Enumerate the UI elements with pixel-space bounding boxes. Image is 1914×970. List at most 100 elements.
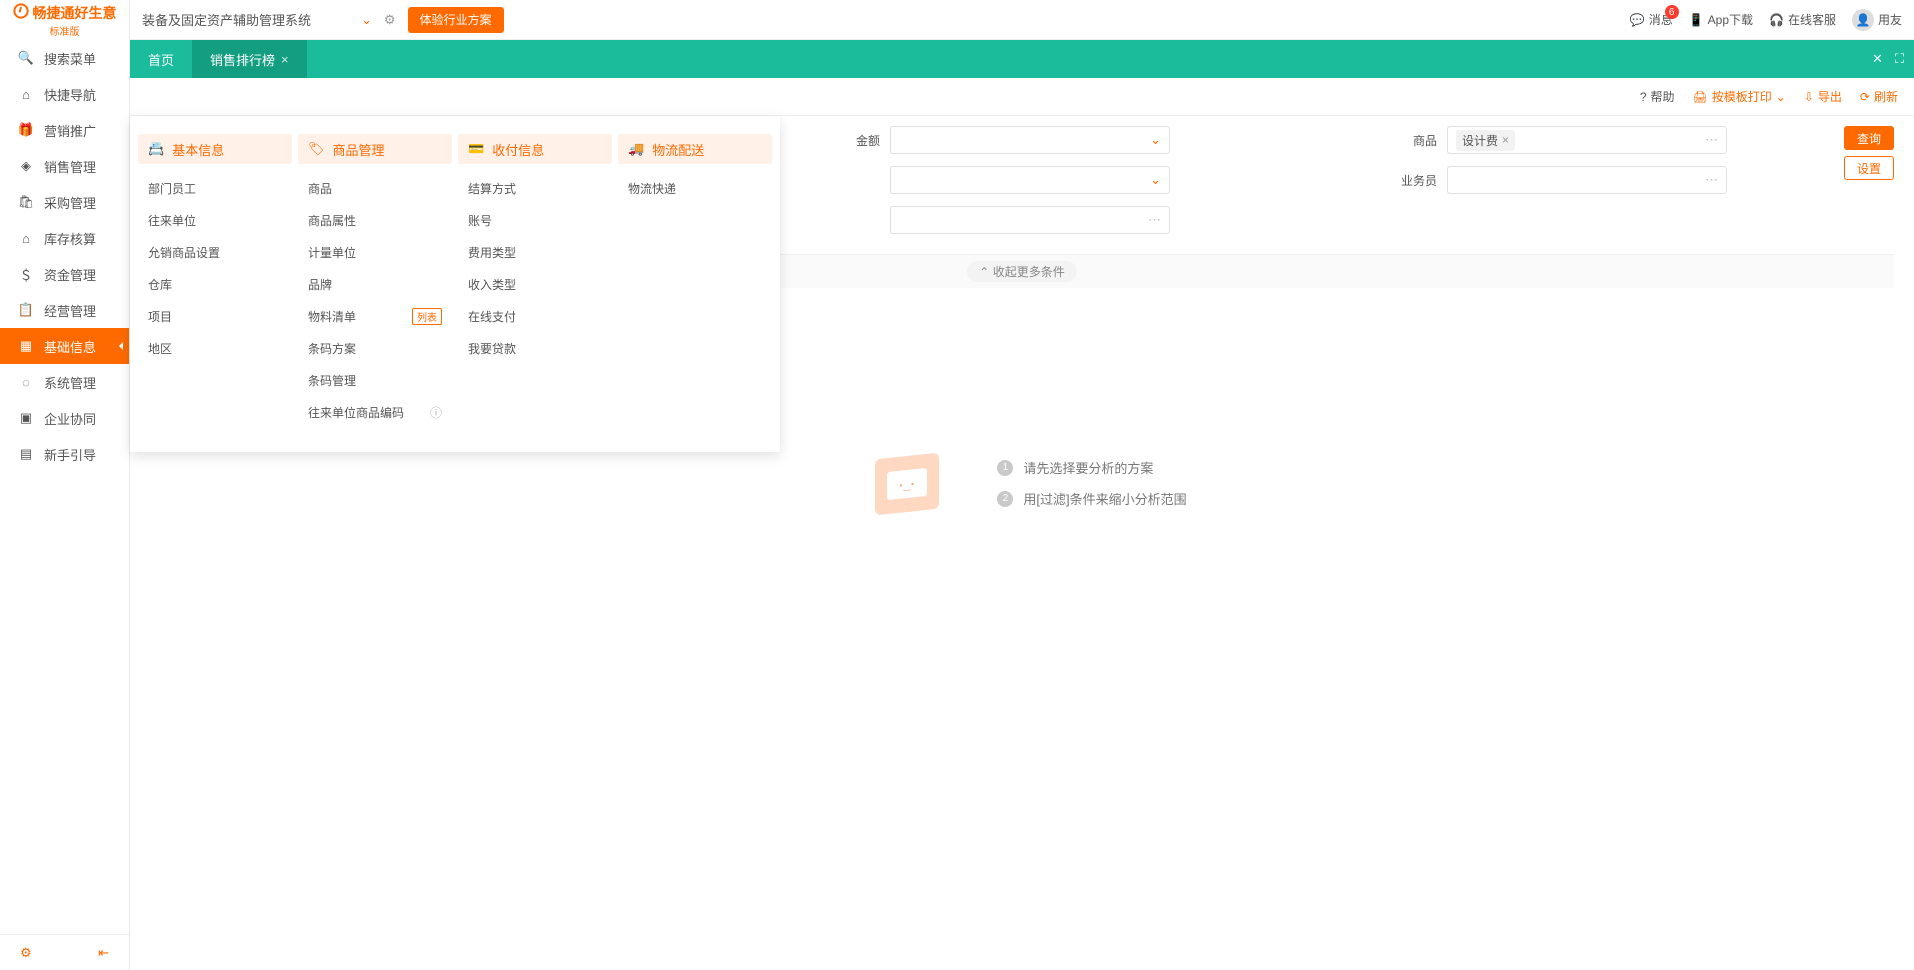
extra-input-2[interactable]: ⋯ xyxy=(890,206,1170,234)
money-icon: ＄ xyxy=(18,266,34,282)
sidebar-item-label: 企业协同 xyxy=(44,409,96,428)
online-service-link[interactable]: 🎧 在线客服 xyxy=(1769,11,1836,28)
mega-item[interactable]: 往来单位 xyxy=(138,204,292,236)
system-select[interactable]: 装备及固定资产辅助管理系统 ⌄ xyxy=(142,10,372,29)
mega-item[interactable]: 商品 xyxy=(298,172,452,204)
more-icon[interactable]: ⋯ xyxy=(1148,212,1161,228)
empty-step-2: 2用[过滤]条件来缩小分析范围 xyxy=(997,489,1186,508)
query-button[interactable]: 查询 xyxy=(1844,126,1894,150)
refresh-button[interactable]: ⟳ 刷新 xyxy=(1860,88,1898,105)
mega-item[interactable]: 费用类型 xyxy=(458,236,612,268)
chevron-down-icon: ⌄ xyxy=(1150,172,1161,188)
help-icon[interactable]: ⓘ xyxy=(430,404,442,421)
mega-item[interactable]: 账号 xyxy=(458,204,612,236)
mega-col-product: 🏷商品管理 xyxy=(298,134,452,164)
mega-item-label: 物流快递 xyxy=(628,180,676,197)
more-icon[interactable]: ⋯ xyxy=(1705,132,1718,148)
mega-item-label: 我要贷款 xyxy=(468,340,516,357)
sidebar-item-collab[interactable]: ▣企业协同 xyxy=(0,400,129,436)
sidebar-item-purchase[interactable]: 🛍采购管理 xyxy=(0,184,129,220)
more-icon[interactable]: ⋯ xyxy=(1705,172,1718,188)
mega-item[interactable]: 条码管理 xyxy=(298,364,452,396)
product-label: 商品 xyxy=(1377,132,1437,149)
gear-icon[interactable]: ⚙ xyxy=(384,12,396,28)
logo: 畅捷通好生意 标准版 xyxy=(0,0,129,40)
export-button[interactable]: ⇩导出 xyxy=(1804,88,1842,105)
sidebar-item-system[interactable]: ◌系统管理 xyxy=(0,364,129,400)
mega-item[interactable]: 在线支付 xyxy=(458,300,612,332)
guide-icon: ▤ xyxy=(18,446,34,462)
empty-illustration: ·_· xyxy=(857,428,967,538)
mega-item[interactable]: 商品属性 xyxy=(298,204,452,236)
app-download-link[interactable]: 📱 App下载 xyxy=(1689,11,1753,28)
sidebar-item-guide[interactable]: ▤新手引导 xyxy=(0,436,129,472)
mega-item-label: 结算方式 xyxy=(468,180,516,197)
user-menu[interactable]: 👤 用友 xyxy=(1852,9,1902,31)
mega-item[interactable]: 仓库 xyxy=(138,268,292,300)
tag-close-icon[interactable]: × xyxy=(1502,133,1509,147)
refresh-icon: ⟳ xyxy=(1860,90,1870,104)
tab-sales-ranking[interactable]: 销售排行榜 × xyxy=(192,40,307,78)
sidebar-item-business[interactable]: 📋经营管理 xyxy=(0,292,129,328)
experience-button[interactable]: 体验行业方案 xyxy=(408,7,504,33)
mega-item-label: 往来单位商品编码 xyxy=(308,404,404,421)
tab-home[interactable]: 首页 xyxy=(130,40,192,78)
search-icon: 🔍 xyxy=(18,50,34,66)
tab-label: 销售排行榜 xyxy=(210,50,275,69)
help-icon: ? xyxy=(1640,90,1647,104)
mega-item-label: 地区 xyxy=(148,340,172,357)
mega-item-label: 品牌 xyxy=(308,276,332,293)
tag-label: 设计费 xyxy=(1462,132,1498,149)
chevron-down-icon: ⌄ xyxy=(1150,132,1161,148)
sidebar-item-label: 资金管理 xyxy=(44,265,96,284)
home-icon: ⌂ xyxy=(18,86,34,102)
mega-item[interactable]: 条码方案 xyxy=(298,332,452,364)
mega-item[interactable]: 物料清单列表 xyxy=(298,300,452,332)
tab-label: 首页 xyxy=(148,50,174,69)
sidebar-item-finance[interactable]: ＄ 资金管理 xyxy=(0,256,129,292)
salesman-input[interactable]: ⋯ xyxy=(1447,166,1727,194)
fullscreen-icon[interactable]: ⛶ xyxy=(1895,51,1904,67)
close-icon[interactable]: × xyxy=(281,52,289,67)
sidebar-item-label: 快捷导航 xyxy=(44,85,96,104)
truck-icon: 🚚 xyxy=(628,141,644,157)
sidebar-item-inventory[interactable]: ⌂库存核算 xyxy=(0,220,129,256)
sidebar-item-quicknav[interactable]: ⌂ 快捷导航 xyxy=(0,76,129,112)
mega-item[interactable]: 地区 xyxy=(138,332,292,364)
toolbar-label: 导出 xyxy=(1818,88,1842,105)
collapse-sidebar-icon[interactable]: ⇤ xyxy=(98,945,109,961)
mega-item[interactable]: 收入类型 xyxy=(458,268,612,300)
mega-item-label: 条码方案 xyxy=(308,340,356,357)
messages-link[interactable]: 💬 消息 6 xyxy=(1630,11,1673,28)
sidebar-item-basicinfo[interactable]: ▦基础信息 xyxy=(0,328,129,364)
mega-item[interactable]: 往来单位商品编码 ⓘ xyxy=(298,396,452,428)
sidebar-item-marketing[interactable]: 🎁营销推广 xyxy=(0,112,129,148)
mega-item[interactable]: 结算方式 xyxy=(458,172,612,204)
mega-item[interactable]: 物流快递 xyxy=(618,172,772,204)
amount-label: 金额 xyxy=(820,132,880,149)
mega-item[interactable]: 我要贷款 xyxy=(458,332,612,364)
sidebar-item-label: 系统管理 xyxy=(44,373,96,392)
mega-item[interactable]: 部门员工 xyxy=(138,172,292,204)
sidebar-item-search[interactable]: 🔍搜索菜单 xyxy=(0,40,129,76)
close-all-icon[interactable]: ✕ xyxy=(1872,51,1883,67)
print-button[interactable]: 🖨按模板打印 ⌄ xyxy=(1693,88,1786,105)
mega-item-label: 账号 xyxy=(468,212,492,229)
help-button[interactable]: ?帮助 xyxy=(1640,88,1675,105)
sidebar-item-sales[interactable]: ◈销售管理 xyxy=(0,148,129,184)
mega-item[interactable]: 允销商品设置 xyxy=(138,236,292,268)
content: 金额 ⌄ ⌄ xyxy=(130,116,1914,970)
extra-input-1[interactable]: ⌄ xyxy=(890,166,1170,194)
toolbar-label: 刷新 xyxy=(1874,88,1898,105)
mega-item[interactable]: 项目 xyxy=(138,300,292,332)
gear-icon[interactable]: ⚙ xyxy=(20,945,32,961)
mega-item-label: 条码管理 xyxy=(308,372,356,389)
mega-item-label: 费用类型 xyxy=(468,244,516,261)
mega-item[interactable]: 计量单位 xyxy=(298,236,452,268)
mega-col-logistics: 🚚物流配送 xyxy=(618,134,772,164)
user-name: 用友 xyxy=(1878,11,1902,28)
product-input[interactable]: 设计费 × ⋯ xyxy=(1447,126,1727,154)
mega-item[interactable]: 品牌 xyxy=(298,268,452,300)
settings-button[interactable]: 设置 xyxy=(1844,156,1894,180)
amount-input[interactable]: ⌄ xyxy=(890,126,1170,154)
